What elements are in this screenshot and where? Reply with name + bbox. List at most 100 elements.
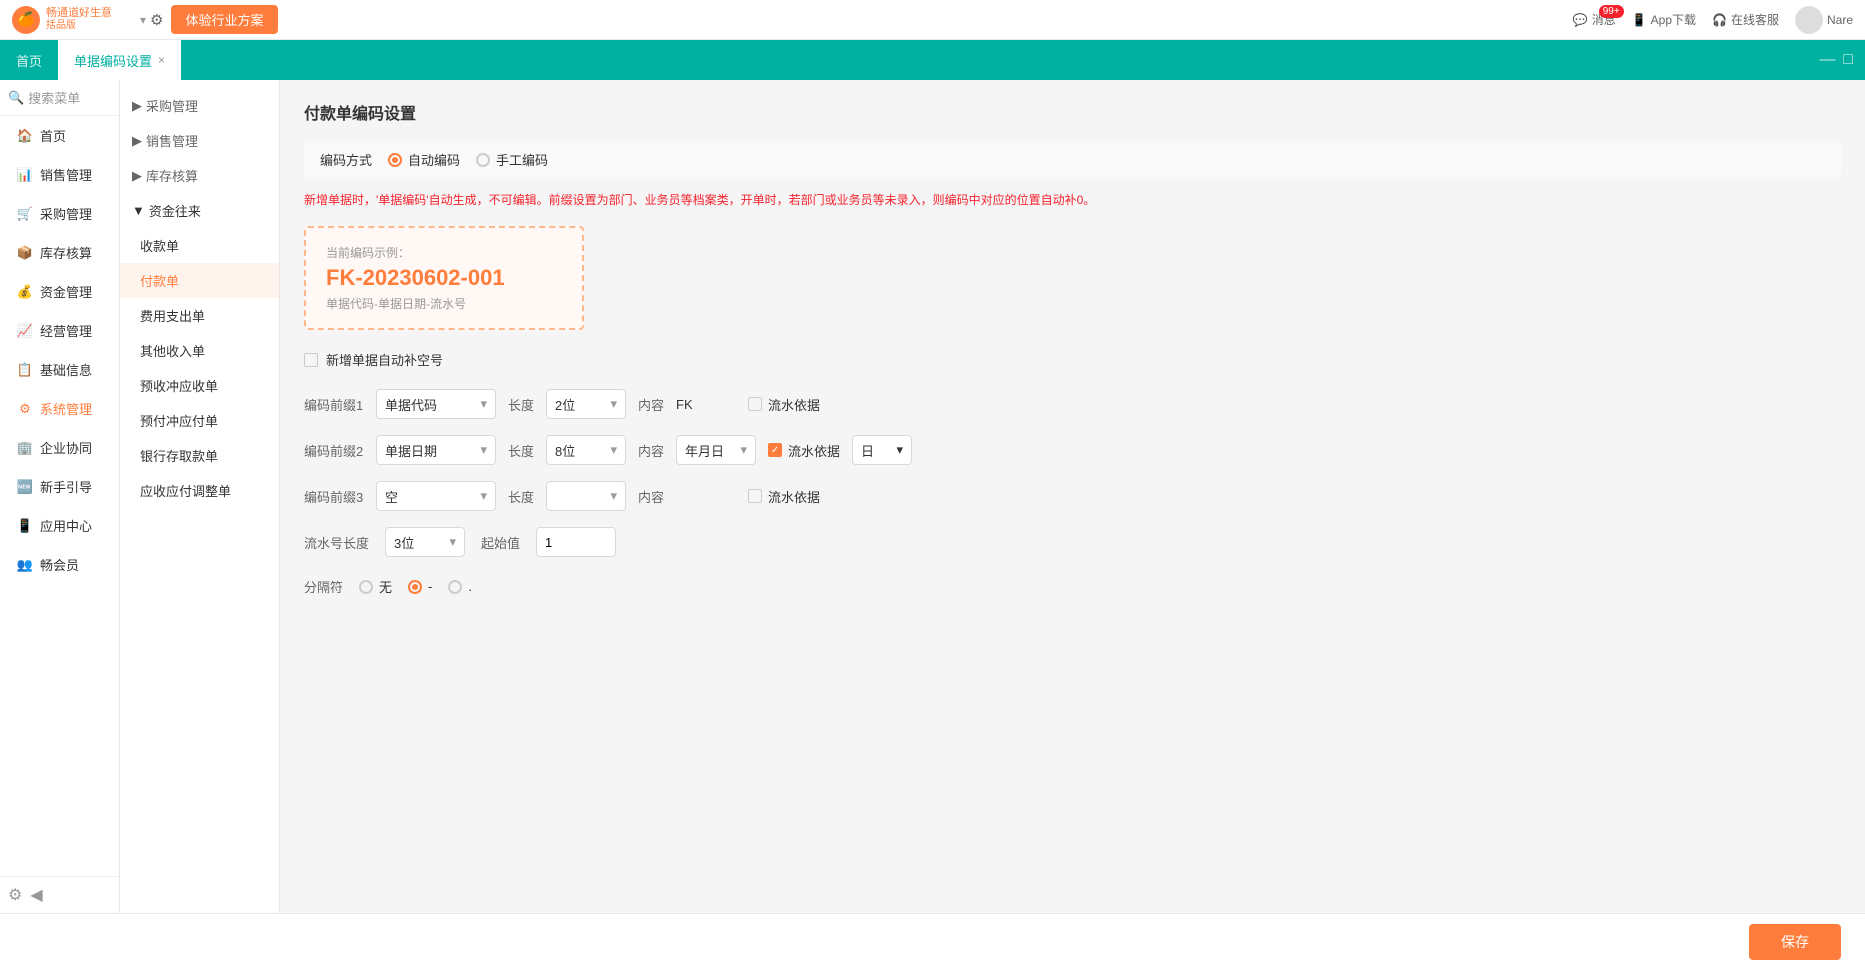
sep-dot-dot [448, 580, 462, 594]
member-icon: 👥 [16, 556, 34, 574]
chevron-right-icon: ▶ [132, 98, 142, 114]
tab-encoding-settings[interactable]: 单据编码设置 × [58, 40, 181, 80]
sidebar-collapse-btn[interactable]: ◀ [30, 885, 42, 905]
sidebar-bottom: ⚙ ◀ [0, 876, 119, 913]
sidebar-item-operation[interactable]: 📈 经营管理 [0, 311, 119, 350]
sidebar-search[interactable]: 🔍 搜索菜单 [0, 80, 119, 116]
sub-group-inventory[interactable]: ▶ 库存核算 [120, 158, 279, 193]
sep-dash-radio[interactable]: - [408, 579, 432, 594]
main-layout: 🔍 搜索菜单 🏠 首页 📊 销售管理 🛒 采购管理 📦 库存核算 💰 资金管理 … [0, 80, 1865, 913]
prefix3-length-arrow: ▾ [610, 488, 617, 504]
top-bar-nav: ▾ ⚙ [140, 11, 163, 29]
prefix3-select[interactable]: 空 ▾ [376, 481, 496, 511]
serial-row: 流水号长度 3位 ▾ 起始值 [304, 527, 1841, 557]
sidebar-item-enterprise[interactable]: 🏢 企业协同 [0, 428, 119, 467]
industry-button[interactable]: 体验行业方案 [171, 5, 277, 34]
prefix2-day-arrow: ▾ [897, 442, 904, 458]
serial-length-arrow: ▾ [449, 534, 456, 550]
prefix2-select[interactable]: 单据日期 ▾ [376, 435, 496, 465]
sidebar-item-guide[interactable]: 🆕 新手引导 [0, 467, 119, 506]
sidebar-item-system[interactable]: ⚙ 系统管理 [0, 389, 119, 428]
sub-menu-item-other-income[interactable]: 其他收入单 [120, 333, 279, 368]
auto-fill-checkbox[interactable] [304, 353, 318, 367]
brand-icon: 🍊 [12, 6, 40, 34]
sub-menu-item-bank[interactable]: 银行存取款单 [120, 438, 279, 473]
prefix2-serial-checkbox[interactable]: ✓ [768, 443, 782, 457]
tab-close-icon[interactable]: × [158, 53, 165, 67]
sales-icon: 📊 [16, 166, 34, 184]
service-item[interactable]: 🎧 在线客服 [1712, 11, 1779, 28]
sep-dot-radio[interactable]: . [448, 579, 472, 594]
sub-menu-item-advance-receipt[interactable]: 预收冲应收单 [120, 368, 279, 403]
settings-icon[interactable]: ⚙ [150, 11, 163, 29]
system-icon: ⚙ [16, 400, 34, 418]
sub-sidebar: ▶ 采购管理 ▶ 销售管理 ▶ 库存核算 ▼ 资金往来 收款单 付款单 费用支出… [120, 80, 280, 913]
prefix2-content-arrow: ▾ [741, 442, 748, 458]
message-item[interactable]: 💬 消息 99+ [1573, 11, 1616, 28]
sidebar-settings-btn[interactable]: ⚙ [8, 885, 22, 905]
basic-icon: 📋 [16, 361, 34, 379]
prefix1-row: 编码前缀1 单据代码 ▾ 长度 2位 ▾ 内容 FK 流水依据 [304, 389, 1841, 419]
prefix2-serial-check[interactable]: ✓ 流水依据 [768, 441, 840, 460]
sidebar-item-sales[interactable]: 📊 销售管理 [0, 155, 119, 194]
sub-group-purchase[interactable]: ▶ 采购管理 [120, 88, 279, 123]
minimize-icon[interactable]: — [1819, 51, 1835, 69]
prefix2-content-select[interactable]: 年月日 ▾ [676, 435, 756, 465]
sub-group-funds[interactable]: ▼ 资金往来 [120, 193, 279, 228]
prefix3-length[interactable]: ▾ [546, 481, 626, 511]
sub-menu-item-advance-payment[interactable]: 预付冲应付单 [120, 403, 279, 438]
prefix3-row: 编码前缀3 空 ▾ 长度 ▾ 内容 流水依据 [304, 481, 1841, 511]
user-item[interactable]: Nare [1795, 6, 1853, 34]
enterprise-icon: 🏢 [16, 439, 34, 457]
app-icon: 📱 [1632, 13, 1647, 27]
prefix1-arrow: ▾ [480, 396, 487, 412]
sidebar-item-home[interactable]: 🏠 首页 [0, 116, 119, 155]
prefix3-serial-check[interactable]: 流水依据 [748, 487, 820, 506]
prefix1-length-arrow: ▾ [610, 396, 617, 412]
app-download-item[interactable]: 📱 App下载 [1632, 11, 1696, 28]
prefix1-serial-check[interactable]: 流水依据 [748, 395, 820, 414]
maximize-icon[interactable]: □ [1843, 51, 1853, 69]
sub-menu-item-payment[interactable]: 付款单 [120, 263, 279, 298]
avatar [1795, 6, 1823, 34]
tab-home[interactable]: 首页 [0, 40, 58, 80]
brand-text: 畅通道好生意 括品版 [46, 7, 112, 32]
industry-btn-wrap: 体验行业方案 [171, 5, 277, 34]
apps-icon: 📱 [16, 517, 34, 535]
chevron-right-icon3: ▶ [132, 168, 142, 184]
sidebar-item-finance[interactable]: 💰 资金管理 [0, 272, 119, 311]
sidebar-item-member[interactable]: 👥 畅会员 [0, 545, 119, 584]
start-value-input[interactable] [536, 527, 616, 557]
prefix1-length[interactable]: 2位 ▾ [546, 389, 626, 419]
home-icon: 🏠 [16, 127, 34, 145]
auto-encode-dot [388, 153, 402, 167]
nav-tab-actions: — □ [1819, 51, 1865, 69]
manual-encode-radio[interactable]: 手工编码 [476, 150, 548, 169]
prefix3-arrow: ▾ [480, 488, 487, 504]
content-area: 付款单编码设置 编码方式 自动编码 手工编码 新增单据时，'单据编码'自动生成，… [280, 80, 1865, 913]
sidebar-item-apps[interactable]: 📱 应用中心 [0, 506, 119, 545]
save-button[interactable]: 保存 [1749, 924, 1841, 960]
auto-encode-radio[interactable]: 自动编码 [388, 150, 460, 169]
nav-dropdown[interactable]: ▾ [140, 13, 146, 27]
top-bar-right: 💬 消息 99+ 📱 App下载 🎧 在线客服 Nare [1573, 6, 1853, 34]
prefix2-day-select[interactable]: 日 ▾ [852, 435, 912, 465]
sub-group-sales[interactable]: ▶ 销售管理 [120, 123, 279, 158]
prefix2-length[interactable]: 8位 ▾ [546, 435, 626, 465]
sub-menu-item-ap-adjust[interactable]: 应收应付调整单 [120, 473, 279, 508]
inventory-icon: 📦 [16, 244, 34, 262]
sidebar-item-purchase[interactable]: 🛒 采购管理 [0, 194, 119, 233]
sidebar-item-inventory[interactable]: 📦 库存核算 [0, 233, 119, 272]
sidebar-item-basic[interactable]: 📋 基础信息 [0, 350, 119, 389]
chevron-down-icon: ▼ [132, 203, 145, 218]
serial-length-select[interactable]: 3位 ▾ [385, 527, 465, 557]
prefix2-length-arrow: ▾ [610, 442, 617, 458]
sub-menu-item-receipt[interactable]: 收款单 [120, 228, 279, 263]
prefix3-serial-checkbox[interactable] [748, 489, 762, 503]
prefix1-serial-checkbox[interactable] [748, 397, 762, 411]
prefix1-select[interactable]: 单据代码 ▾ [376, 389, 496, 419]
message-badge: 99+ [1599, 5, 1624, 18]
sub-menu-item-expense[interactable]: 费用支出单 [120, 298, 279, 333]
sep-none-radio[interactable]: 无 [359, 577, 392, 596]
operation-icon: 📈 [16, 322, 34, 340]
